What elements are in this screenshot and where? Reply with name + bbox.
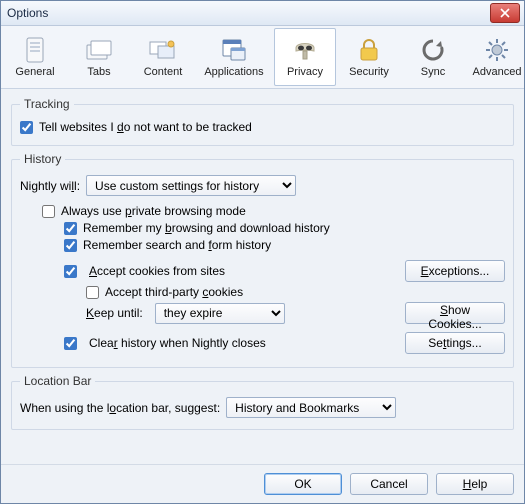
exceptions-button[interactable]: Exceptions... [405, 260, 505, 282]
keep-until-label: Keep until: [86, 306, 143, 320]
remember-browsing-checkbox[interactable] [64, 222, 77, 235]
tab-applications[interactable]: Applications [196, 28, 272, 86]
locationbar-group: Location Bar When using the location bar… [11, 374, 514, 430]
tab-sync[interactable]: Sync [402, 28, 464, 86]
category-toolbar: General Tabs Content Applications Privac… [1, 26, 524, 89]
show-cookies-button[interactable]: Show Cookies... [405, 302, 505, 324]
tab-security[interactable]: Security [338, 28, 400, 86]
accept-cookies-checkbox[interactable] [64, 265, 77, 278]
accept-third-party-label: Accept third-party cookies [105, 285, 243, 299]
close-button[interactable] [490, 3, 520, 23]
locationbar-select[interactable]: History and Bookmarks [226, 397, 396, 418]
privacy-panel: Tracking Tell websites I do not want to … [1, 89, 524, 464]
clear-on-close-label: Clear history when Nightly closes [89, 336, 266, 350]
tracking-legend: Tracking [20, 97, 74, 111]
tab-content[interactable]: Content [132, 28, 194, 86]
content-icon [149, 36, 177, 64]
close-icon [500, 8, 510, 18]
always-private-checkbox[interactable] [42, 205, 55, 218]
tab-general-label: General [15, 66, 54, 78]
remember-browsing-label: Remember my browsing and download histor… [83, 221, 330, 235]
dialog-buttons: OK Cancel Help [1, 464, 524, 503]
remember-forms-checkbox[interactable] [64, 239, 77, 252]
tracking-group: Tracking Tell websites I do not want to … [11, 97, 514, 146]
locationbar-label: When using the location bar, suggest: [20, 401, 220, 415]
sync-icon [419, 36, 447, 64]
accept-cookies-label: Accept cookies from sites [89, 264, 225, 278]
keep-until-select[interactable]: they expire [155, 303, 285, 324]
remember-forms-label: Remember search and form history [83, 238, 271, 252]
advanced-icon [483, 36, 511, 64]
clear-on-close-checkbox[interactable] [64, 337, 77, 350]
dnt-checkbox[interactable] [20, 121, 33, 134]
tab-tabs-label: Tabs [87, 66, 110, 78]
history-mode-select[interactable]: Use custom settings for history [86, 175, 296, 196]
tab-privacy[interactable]: Privacy [274, 28, 336, 86]
history-legend: History [20, 152, 65, 166]
cancel-button[interactable]: Cancel [350, 473, 428, 495]
general-icon [21, 36, 49, 64]
locationbar-legend: Location Bar [20, 374, 95, 388]
always-private-label: Always use private browsing mode [61, 204, 246, 218]
ok-button[interactable]: OK [264, 473, 342, 495]
tab-advanced[interactable]: Advanced [466, 28, 525, 86]
tab-security-label: Security [349, 66, 389, 78]
tab-content-label: Content [144, 66, 183, 78]
security-icon [355, 36, 383, 64]
help-button[interactable]: Help [436, 473, 514, 495]
window-title: Options [7, 6, 48, 20]
privacy-icon [291, 36, 319, 64]
tabs-icon [85, 36, 113, 64]
clear-settings-button[interactable]: Settings... [405, 332, 505, 354]
tab-privacy-label: Privacy [287, 66, 323, 78]
history-group: History Nightly will: Use custom setting… [11, 152, 514, 368]
tab-applications-label: Applications [204, 66, 263, 78]
tab-advanced-label: Advanced [473, 66, 522, 78]
applications-icon [220, 36, 248, 64]
tab-general[interactable]: General [4, 28, 66, 86]
tab-sync-label: Sync [421, 66, 445, 78]
titlebar: Options [1, 1, 524, 26]
accept-third-party-checkbox[interactable] [86, 286, 99, 299]
tab-tabs[interactable]: Tabs [68, 28, 130, 86]
dnt-label: Tell websites I do not want to be tracke… [39, 120, 252, 134]
options-window: Options General Tabs Content Application… [0, 0, 525, 504]
nightly-will-label: Nightly will: [20, 179, 80, 193]
